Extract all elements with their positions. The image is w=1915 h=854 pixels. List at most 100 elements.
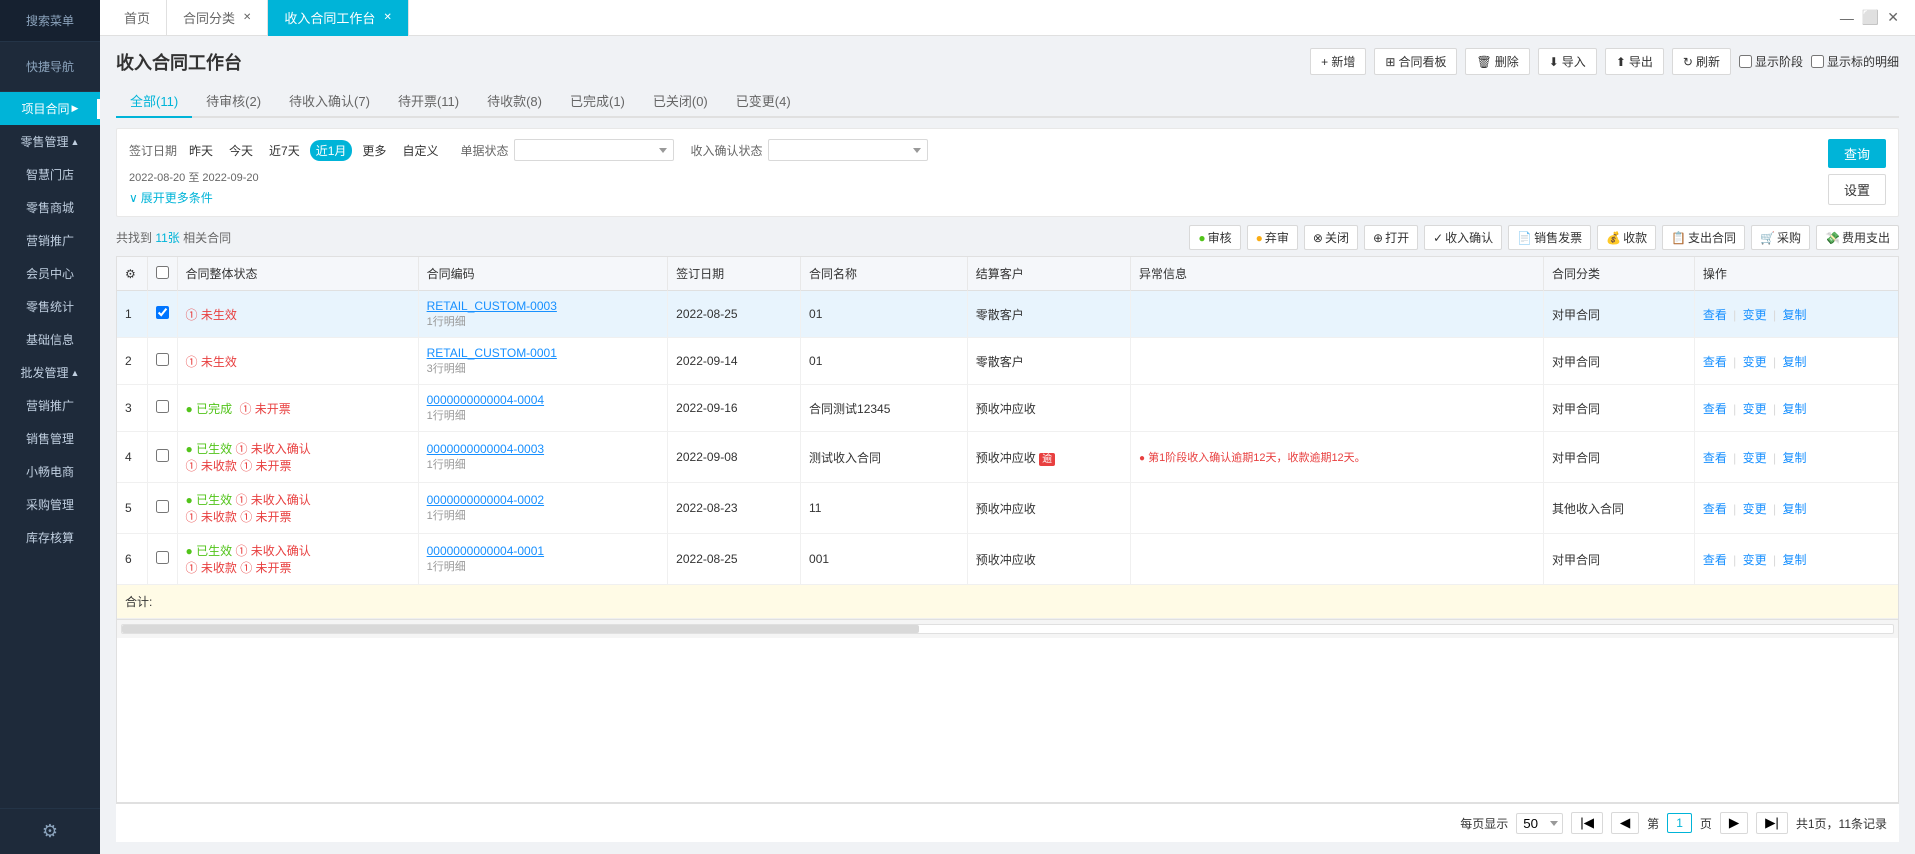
row5-view-link[interactable]: 查看 (1703, 502, 1727, 516)
row2-view-link[interactable]: 查看 (1703, 355, 1727, 369)
page-size-select[interactable]: 50 10 20 100 (1516, 813, 1563, 834)
window-minimize-icon[interactable]: — (1840, 10, 1854, 26)
sidebar-item-member[interactable]: 会员中心 (0, 257, 100, 290)
sidebar-item-wholesale[interactable]: 批发管理 ▲ (0, 356, 100, 389)
row1-edit-link[interactable]: 变更 (1743, 308, 1767, 322)
sidebar-item-xiaochange[interactable]: 小畅电商 (0, 455, 100, 488)
op-payment-btn[interactable]: 💰 收款 (1597, 225, 1656, 250)
query-button[interactable]: 查询 (1828, 139, 1886, 168)
row2-copy-link[interactable]: 复制 (1782, 355, 1806, 369)
sidebar-search[interactable]: 搜索菜单 (0, 0, 100, 42)
sidebar-item-marketing[interactable]: 营销推广 (0, 224, 100, 257)
sidebar-item-purchase[interactable]: 采购管理 (0, 488, 100, 521)
row6-view-link[interactable]: 查看 (1703, 553, 1727, 567)
tab-income-workbench[interactable]: 收入合同工作台 ✕ (268, 0, 408, 36)
sub-tab-closed[interactable]: 已关闭(0) (639, 85, 722, 118)
sub-tab-all[interactable]: 全部(11) (116, 85, 192, 118)
sidebar-item-marketing2[interactable]: 营销推广 (0, 389, 100, 422)
sub-tab-changed[interactable]: 已变更(4) (722, 85, 805, 118)
show-detail-checkbox[interactable]: 显示标的明细 (1811, 53, 1899, 70)
row3-view-link[interactable]: 查看 (1703, 402, 1727, 416)
sidebar-item-stock[interactable]: 库存核算 (0, 521, 100, 554)
op-income-confirm-btn[interactable]: ✓ 收入确认 (1424, 225, 1502, 250)
date-opt-yesterday[interactable]: 昨天 (183, 140, 219, 161)
sub-tab-pending-payment[interactable]: 待收款(8) (473, 85, 556, 118)
doc-status-select[interactable] (514, 139, 674, 161)
export-button[interactable]: ⬆ 导出 (1605, 48, 1664, 75)
new-button[interactable]: + 新增 (1310, 48, 1366, 75)
op-abandon-btn[interactable]: ● 弃审 (1247, 225, 1298, 250)
row4-check[interactable] (147, 432, 177, 483)
op-open-btn[interactable]: ⊕ 打开 (1364, 225, 1418, 250)
row3-code-link[interactable]: 0000000000004-0004 (427, 393, 544, 407)
row3-copy-link[interactable]: 复制 (1782, 402, 1806, 416)
row1-copy-link[interactable]: 复制 (1782, 308, 1806, 322)
tab-contract-category-close[interactable]: ✕ (243, 12, 251, 23)
op-sales-invoice-btn[interactable]: 📄 销售发票 (1508, 225, 1591, 250)
sidebar-item-sales-mgmt[interactable]: 销售管理 (0, 422, 100, 455)
row5-code-link[interactable]: 0000000000004-0002 (427, 493, 544, 507)
date-opt-7days[interactable]: 近7天 (263, 140, 306, 161)
row1-check[interactable] (147, 291, 177, 338)
date-opt-custom[interactable]: 自定义 (396, 140, 444, 161)
op-expense-out-btn[interactable]: 💸 费用支出 (1816, 225, 1899, 250)
next-page-btn[interactable]: ▶ (1720, 812, 1748, 834)
refresh-button[interactable]: ↻ 刷新 (1672, 48, 1731, 75)
row4-code-link[interactable]: 0000000000004-0003 (427, 442, 544, 456)
sub-tab-pending-confirm[interactable]: 待收入确认(7) (275, 85, 384, 118)
op-purchase-btn[interactable]: 🛒 采购 (1751, 225, 1810, 250)
sidebar-item-base-info[interactable]: 基础信息 (0, 323, 100, 356)
row2-check[interactable] (147, 338, 177, 385)
row3-check[interactable] (147, 385, 177, 432)
sidebar-item-smart-store[interactable]: 智慧门店 (0, 158, 100, 191)
sidebar-item-retail-stats[interactable]: 零售统计 (0, 290, 100, 323)
date-opt-1month[interactable]: 近1月 (310, 140, 353, 161)
row6-code-link[interactable]: 0000000000004-0001 (427, 544, 544, 558)
delete-button[interactable]: 🗑 删除 (1465, 48, 1529, 75)
first-page-btn[interactable]: |◀ (1571, 812, 1603, 834)
expand-filter-btn[interactable]: ∨ 展开更多条件 (129, 189, 1812, 206)
import-button[interactable]: ⬇ 导入 (1538, 48, 1597, 75)
scrollbar-thumb[interactable] (122, 625, 919, 633)
filter-settings-button[interactable]: 设置 (1828, 174, 1886, 205)
row5-edit-link[interactable]: 变更 (1743, 502, 1767, 516)
row5-check[interactable] (147, 483, 177, 534)
sidebar-item-retail-shop[interactable]: 零售商城 (0, 191, 100, 224)
tab-home[interactable]: 首页 (108, 0, 167, 36)
row4-edit-link[interactable]: 变更 (1743, 451, 1767, 465)
last-page-btn[interactable]: ▶| (1756, 812, 1788, 834)
date-opt-more[interactable]: 更多 (356, 140, 392, 161)
window-close-icon[interactable]: ✕ (1887, 9, 1899, 26)
row1-view-link[interactable]: 查看 (1703, 308, 1727, 322)
row6-copy-link[interactable]: 复制 (1782, 553, 1806, 567)
row4-view-link[interactable]: 查看 (1703, 451, 1727, 465)
row6-check[interactable] (147, 534, 177, 585)
tab-income-workbench-close[interactable]: ✕ (383, 12, 391, 23)
kanban-button[interactable]: ⊞ 合同看板 (1374, 48, 1457, 75)
row1-code-link[interactable]: RETAIL_CUSTOM-0003 (427, 299, 557, 313)
op-expense-contract-btn[interactable]: 📋 支出合同 (1662, 225, 1745, 250)
income-confirm-select[interactable] (768, 139, 928, 161)
show-stages-checkbox[interactable]: 显示阶段 (1739, 53, 1803, 70)
prev-page-btn[interactable]: ◀ (1611, 812, 1639, 834)
row6-edit-link[interactable]: 变更 (1743, 553, 1767, 567)
th-checkbox[interactable] (147, 257, 177, 291)
th-settings[interactable]: ⚙ (117, 257, 147, 291)
op-review-btn[interactable]: ● 审核 (1189, 225, 1240, 250)
row4-copy-link[interactable]: 复制 (1782, 451, 1806, 465)
sub-tab-pending-invoice[interactable]: 待开票(11) (384, 85, 473, 118)
date-opt-today[interactable]: 今天 (223, 140, 259, 161)
row2-code-link[interactable]: RETAIL_CUSTOM-0001 (427, 346, 557, 360)
settings-icon[interactable]: ⚙ (42, 821, 58, 842)
tab-contract-category[interactable]: 合同分类 ✕ (167, 0, 268, 36)
op-close-btn[interactable]: ⊗ 关闭 (1304, 225, 1358, 250)
row5-copy-link[interactable]: 复制 (1782, 502, 1806, 516)
horizontal-scrollbar[interactable] (121, 624, 1894, 634)
window-maximize-icon[interactable]: ⬜ (1862, 9, 1879, 26)
sub-tab-pending-review[interactable]: 待审核(2) (192, 85, 275, 118)
row2-edit-link[interactable]: 变更 (1743, 355, 1767, 369)
row3-edit-link[interactable]: 变更 (1743, 402, 1767, 416)
sidebar-item-project[interactable]: 项目合同 ▶ (0, 92, 100, 125)
sidebar-quicknav[interactable]: 快捷导航 (0, 50, 100, 83)
sub-tab-done[interactable]: 已完成(1) (556, 85, 639, 118)
